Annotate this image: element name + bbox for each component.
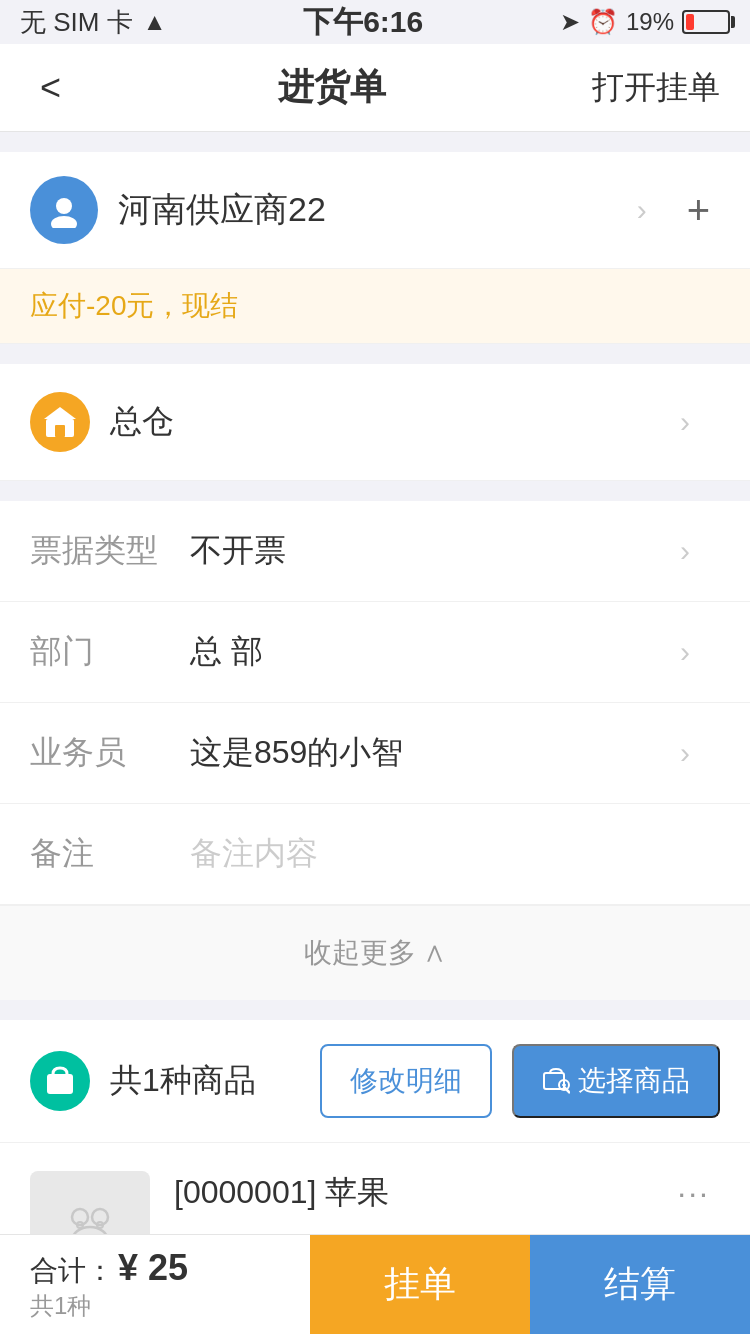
remark-row[interactable]: 备注 备注内容 [0, 804, 750, 905]
checkout-button[interactable]: 结算 [530, 1235, 750, 1334]
warehouse-icon [30, 392, 90, 452]
invoice-type-value: 不开票 [190, 529, 680, 573]
back-button[interactable]: < [30, 57, 71, 119]
product-more-button[interactable]: ··· [667, 1171, 720, 1216]
department-label: 部门 [30, 630, 190, 674]
remark-label: 备注 [30, 832, 190, 876]
svg-marker-3 [44, 407, 76, 419]
status-bar: 无 SIM 卡 ▲ 下午6:16 ➤ ⏰ 19% [0, 0, 750, 44]
fields-card: 票据类型 不开票 › 部门 总 部 › 业务员 这是859的小智 › 备注 备注… [0, 501, 750, 1000]
carrier-label: 无 SIM 卡 [20, 5, 133, 40]
department-row[interactable]: 部门 总 部 › [0, 602, 750, 703]
svg-point-0 [56, 198, 72, 214]
invoice-type-chevron-icon: › [680, 534, 690, 568]
remark-placeholder: 备注内容 [190, 832, 720, 876]
svg-rect-5 [47, 1074, 73, 1094]
supplier-card: 河南供应商22 › + 应付-20元，现结 [0, 152, 750, 344]
battery-percent: 19% [626, 8, 674, 36]
product-code: [0000001] [174, 1174, 316, 1210]
warehouse-row[interactable]: 总仓 › [0, 364, 750, 481]
edit-detail-button[interactable]: 修改明细 [320, 1044, 492, 1118]
product-header: 共1种商品 修改明细 选择商品 [0, 1020, 750, 1142]
invoice-type-row[interactable]: 票据类型 不开票 › [0, 501, 750, 602]
suspend-button[interactable]: 挂单 [310, 1235, 530, 1334]
svg-point-1 [51, 216, 77, 228]
salesman-chevron-icon: › [680, 736, 690, 770]
alarm-icon: ⏰ [588, 8, 618, 36]
section-divider-3 [0, 481, 750, 501]
section-divider-2 [0, 344, 750, 364]
supplier-avatar [30, 176, 98, 244]
open-pending-button[interactable]: 打开挂单 [592, 66, 720, 110]
select-product-label: 选择商品 [578, 1062, 690, 1100]
supplier-row[interactable]: 河南供应商22 › + [0, 152, 750, 269]
bottom-bar: 合计： ¥ 25 共1种 挂单 结算 [0, 1234, 750, 1334]
total-section: 合计： ¥ 25 共1种 [0, 1235, 310, 1334]
status-right: ➤ ⏰ 19% [560, 8, 730, 36]
nav-bar: < 进货单 打开挂单 [0, 44, 750, 132]
page-title: 进货单 [278, 63, 386, 112]
product-count-label: 共1种商品 [110, 1059, 300, 1103]
supplier-name: 河南供应商22 [118, 187, 637, 233]
salesman-value: 这是859的小智 [190, 731, 680, 775]
section-divider-1 [0, 132, 750, 152]
svg-rect-4 [55, 425, 65, 437]
salesman-row[interactable]: 业务员 这是859的小智 › [0, 703, 750, 804]
section-divider-4 [0, 1000, 750, 1020]
wifi-icon: ▲ [143, 8, 167, 36]
total-count: 共1种 [30, 1290, 280, 1322]
product-title: 苹果 [325, 1174, 389, 1210]
department-value: 总 部 [190, 630, 680, 674]
location-icon: ➤ [560, 8, 580, 36]
battery-icon [682, 10, 730, 34]
department-chevron-icon: › [680, 635, 690, 669]
warehouse-card: 总仓 › [0, 364, 750, 481]
select-product-button[interactable]: 选择商品 [512, 1044, 720, 1118]
supplier-chevron-icon: › [637, 193, 647, 227]
warehouse-name: 总仓 [110, 400, 680, 444]
salesman-label: 业务员 [30, 731, 190, 775]
product-section-icon [30, 1051, 90, 1111]
supplier-notice: 应付-20元，现结 [0, 269, 750, 344]
invoice-type-label: 票据类型 [30, 529, 190, 573]
status-left: 无 SIM 卡 ▲ [20, 5, 166, 40]
total-amount: ¥ 25 [118, 1247, 188, 1289]
collapse-button[interactable]: 收起更多 ∧ [0, 905, 750, 1000]
add-supplier-button[interactable]: + [677, 188, 720, 233]
status-time: 下午6:16 [303, 2, 423, 43]
total-label: 合计： [30, 1252, 114, 1290]
product-name: [0000001] 苹果 [174, 1171, 643, 1215]
warehouse-chevron-icon: › [680, 405, 690, 439]
